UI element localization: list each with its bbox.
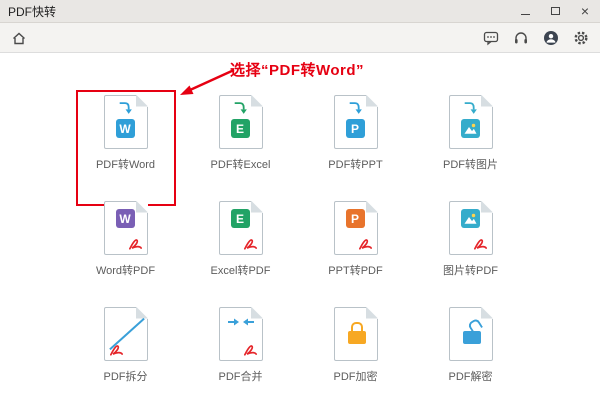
convert-arrow-icon bbox=[464, 102, 477, 114]
pdf-merge-icon bbox=[212, 306, 263, 363]
convert-arrow-icon bbox=[349, 102, 362, 114]
tool-label: PDF转PPT bbox=[328, 159, 383, 171]
merge-arrows-icon bbox=[227, 318, 254, 326]
feedback-chat-icon bbox=[483, 31, 499, 45]
pdf-to-word-icon: W bbox=[103, 94, 148, 149]
pdf-to-ppt-icon: P bbox=[333, 94, 378, 149]
image-to-pdf-icon bbox=[448, 200, 493, 255]
page-fold-icon bbox=[481, 306, 493, 319]
tool-pdf-to-excel[interactable]: E PDF转Excel bbox=[196, 94, 286, 201]
main-area: 选择“PDF转Word” W PDF转Word E PDF转Excel P PD… bbox=[0, 53, 600, 399]
page-fold-icon bbox=[251, 94, 263, 107]
tool-label: PDF转图片 bbox=[443, 159, 498, 171]
image-badge bbox=[460, 209, 480, 228]
support-button[interactable] bbox=[512, 29, 530, 47]
tool-label: Excel转PDF bbox=[210, 265, 271, 277]
pdf-logo-icon bbox=[473, 239, 487, 250]
ppt-to-pdf-icon: P bbox=[333, 200, 378, 255]
excel-badge: E bbox=[230, 209, 250, 228]
photo-icon bbox=[464, 123, 476, 134]
tool-label: PDF合并 bbox=[218, 371, 263, 383]
home-icon bbox=[13, 32, 25, 44]
page-fold-icon bbox=[481, 200, 493, 213]
tool-pdf-merge[interactable]: PDF合并 bbox=[196, 306, 286, 400]
home-button[interactable] bbox=[10, 29, 28, 47]
pdf-logo-icon bbox=[358, 239, 372, 250]
tool-pdf-to-image[interactable]: PDF转图片 bbox=[426, 94, 516, 201]
tool-pdf-split[interactable]: PDF拆分 bbox=[81, 306, 171, 400]
word-badge: W bbox=[115, 119, 135, 138]
close-button[interactable]: × bbox=[570, 0, 600, 22]
close-icon: × bbox=[580, 3, 590, 19]
photo-icon bbox=[464, 213, 476, 224]
tool-pdf-encrypt[interactable]: PDF加密 bbox=[311, 306, 401, 400]
tools-grid: W PDF转Word E PDF转Excel P PDF转PPT PDF转图片 … bbox=[68, 90, 528, 400]
tool-label: PDF转Excel bbox=[210, 159, 271, 171]
unlock-icon bbox=[462, 331, 481, 344]
annotation-text: 选择“PDF转Word” bbox=[230, 62, 365, 79]
tool-label: PDF解密 bbox=[448, 371, 493, 383]
feedback-button[interactable] bbox=[482, 29, 500, 47]
tool-label: PDF拆分 bbox=[103, 371, 148, 383]
maximize-button[interactable] bbox=[540, 0, 570, 22]
toolbar bbox=[0, 23, 600, 53]
pdf-split-icon bbox=[103, 306, 148, 361]
settings-gear-icon bbox=[574, 30, 588, 45]
minimize-icon bbox=[520, 13, 530, 15]
tool-pdf-decrypt[interactable]: PDF解密 bbox=[426, 306, 516, 400]
pdf-logo-icon bbox=[128, 239, 142, 250]
tool-label: Word转PDF bbox=[95, 265, 156, 277]
pdf-decrypt-icon bbox=[448, 306, 493, 361]
ppt-badge: P bbox=[345, 119, 365, 138]
image-badge bbox=[460, 119, 480, 138]
page-fold-icon bbox=[136, 200, 148, 213]
page-fold-icon bbox=[251, 200, 263, 213]
page-fold-icon bbox=[366, 306, 378, 319]
maximize-icon bbox=[550, 7, 560, 15]
account-button[interactable] bbox=[542, 29, 560, 47]
lock-icon bbox=[347, 322, 366, 344]
convert-arrow-icon bbox=[119, 102, 132, 114]
support-headset-icon bbox=[515, 31, 527, 43]
pdf-to-excel-icon: E bbox=[218, 94, 263, 149]
excel-badge: E bbox=[230, 119, 250, 138]
tool-ppt-to-pdf[interactable]: P PPT转PDF bbox=[311, 200, 401, 307]
word-badge: W bbox=[115, 209, 135, 228]
page-fold-icon bbox=[136, 94, 148, 107]
minimize-button[interactable] bbox=[510, 0, 540, 22]
page-fold-icon bbox=[366, 200, 378, 213]
convert-arrow-icon bbox=[234, 102, 247, 114]
page-fold-icon bbox=[136, 306, 148, 319]
pdf-encrypt-icon bbox=[333, 306, 378, 361]
tool-pdf-to-ppt[interactable]: P PDF转PPT bbox=[311, 94, 401, 201]
account-icon bbox=[544, 30, 558, 45]
tool-label: PDF加密 bbox=[333, 371, 378, 383]
ppt-badge: P bbox=[345, 209, 365, 228]
page-fold-icon bbox=[481, 94, 493, 107]
pdf-to-image-icon bbox=[448, 94, 493, 149]
pdf-logo-icon bbox=[243, 239, 257, 250]
tool-label: PPT转PDF bbox=[328, 265, 383, 277]
word-to-pdf-icon: W bbox=[103, 200, 148, 255]
page-fold-icon bbox=[366, 94, 378, 107]
tool-word-to-pdf[interactable]: W Word转PDF bbox=[81, 200, 171, 307]
title-bar: PDF快转 × bbox=[0, 0, 600, 23]
settings-button[interactable] bbox=[572, 29, 590, 47]
tool-label: PDF转Word bbox=[95, 159, 156, 171]
tool-pdf-to-word[interactable]: W PDF转Word bbox=[75, 90, 176, 206]
pdf-logo-icon bbox=[109, 345, 123, 356]
tool-image-to-pdf[interactable]: 图片转PDF bbox=[426, 200, 516, 307]
tool-label: 图片转PDF bbox=[443, 265, 498, 277]
tool-excel-to-pdf[interactable]: E Excel转PDF bbox=[196, 200, 286, 307]
excel-to-pdf-icon: E bbox=[218, 200, 263, 255]
window-title: PDF快转 bbox=[8, 4, 57, 19]
pdf-logo-icon bbox=[243, 345, 257, 356]
